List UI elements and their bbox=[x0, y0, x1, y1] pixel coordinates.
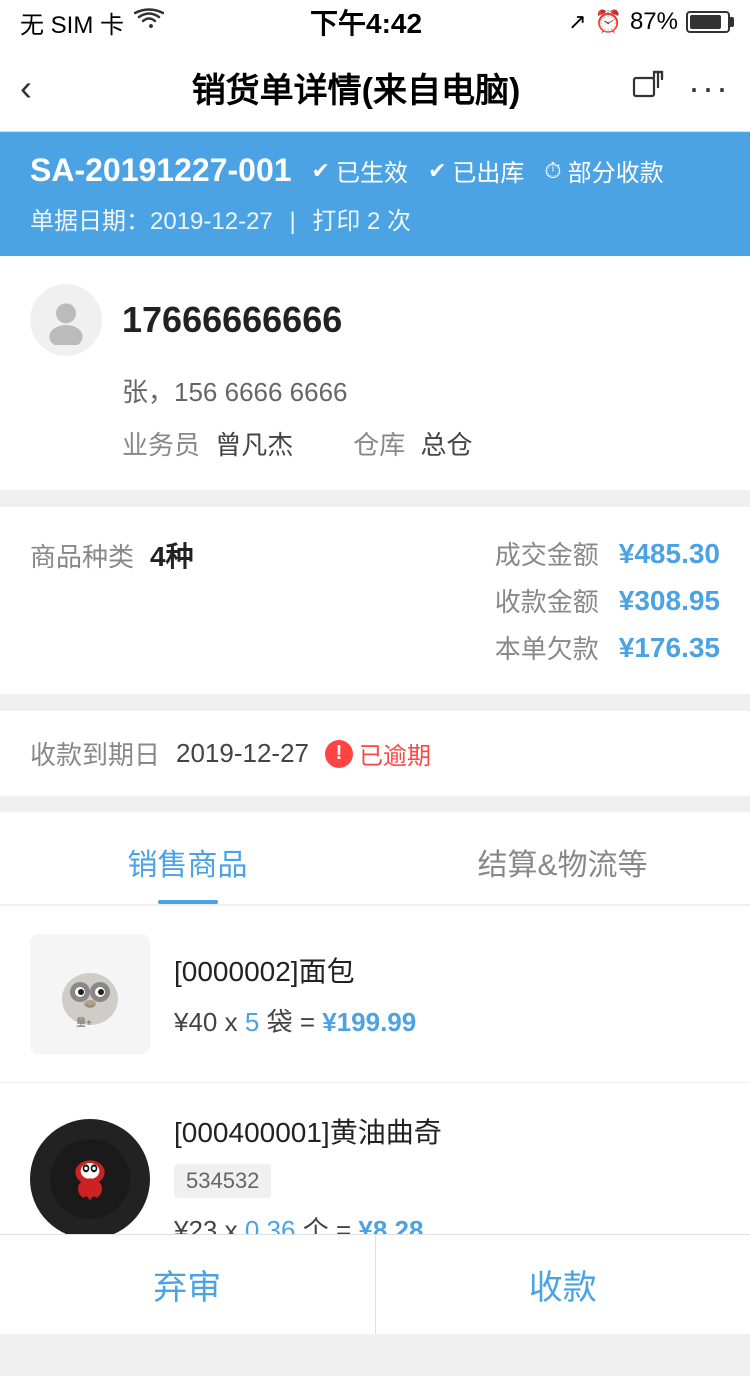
header-banner: SA-20191227-001 ✔ 已生效 ✔ 已出库 ⏱ 部分收款 单据日期：… bbox=[0, 132, 750, 256]
product-info-2: [000400001]黄油曲奇 534532 ¥23 x 0.36 个 = ¥8… bbox=[174, 1111, 720, 1247]
customer-section: 17666666666 张，156 6666 6666 业务员 曾凡杰 仓库 总… bbox=[0, 256, 750, 491]
tabs-section: 销售商品 结算&物流等 bbox=[0, 812, 750, 906]
status-partial: ⏱ 部分收款 bbox=[544, 153, 663, 188]
bottom-bar: 弃审 收款 bbox=[0, 1234, 750, 1334]
share-icon[interactable] bbox=[632, 68, 664, 107]
tab-settlement[interactable]: 结算&物流等 bbox=[375, 812, 750, 904]
carrier-label: 无 SIM 卡 bbox=[20, 5, 124, 40]
back-button[interactable]: ‹ bbox=[20, 67, 80, 109]
reject-button[interactable]: 弃审 bbox=[0, 1235, 376, 1334]
overdue-badge: ! 已逾期 bbox=[325, 736, 431, 771]
product-info-1: [0000002]面包 ¥40 x 5 袋 = ¥199.99 bbox=[174, 950, 720, 1039]
product-price-1: ¥40 x 5 袋 = ¥199.99 bbox=[174, 1002, 720, 1039]
amount-row-2: 收款金额 ¥308.95 bbox=[495, 582, 720, 619]
product-item: 量+ [0000002]面包 ¥40 x 5 袋 = ¥199.99 bbox=[0, 906, 750, 1083]
order-id: SA-20191227-001 bbox=[30, 152, 292, 189]
product-image-1: 量+ bbox=[30, 934, 150, 1054]
amount-summary: 成交金额 ¥485.30 收款金额 ¥308.95 本单欠款 ¥176.35 bbox=[495, 535, 720, 666]
clock-icon: ⏱ bbox=[544, 158, 561, 184]
alarm-icon: ⏰ bbox=[595, 9, 622, 35]
amount-row-3: 本单欠款 ¥176.35 bbox=[495, 629, 720, 666]
product-name-2: [000400001]黄油曲奇 bbox=[174, 1111, 720, 1151]
customer-row: 17666666666 bbox=[30, 284, 720, 356]
customer-sub-info: 张，156 6666 6666 bbox=[122, 372, 720, 409]
check-icon-2: ✔ bbox=[428, 158, 446, 184]
product-list: 量+ [0000002]面包 ¥40 x 5 袋 = ¥199.99 bbox=[0, 906, 750, 1276]
customer-meta: 业务员 曾凡杰 仓库 总仓 bbox=[122, 425, 720, 462]
avatar bbox=[30, 284, 102, 356]
summary-row: 商品种类 4种 成交金额 ¥485.30 收款金额 ¥308.95 本单欠款 ¥… bbox=[30, 535, 720, 666]
status-left: 无 SIM 卡 bbox=[20, 5, 164, 40]
status-right: ↗ ⏰ 87% bbox=[568, 8, 730, 36]
nav-actions: ··· bbox=[632, 67, 730, 109]
warehouse-name: 总仓 bbox=[421, 430, 473, 460]
due-section: 收款到期日 2019-12-27 ! 已逾期 bbox=[0, 711, 750, 796]
status-shipped: ✔ 已出库 bbox=[428, 153, 524, 188]
amount-row-1: 成交金额 ¥485.30 bbox=[495, 535, 720, 572]
status-effected: ✔ 已生效 bbox=[312, 153, 408, 188]
overdue-icon: ! bbox=[325, 740, 353, 768]
sales-name: 曾凡杰 bbox=[215, 430, 293, 460]
product-type-count: 商品种类 4种 bbox=[30, 535, 194, 575]
battery-icon bbox=[686, 11, 730, 33]
wifi-icon bbox=[134, 8, 164, 37]
battery-percent: 87% bbox=[630, 8, 678, 36]
check-icon-1: ✔ bbox=[312, 158, 330, 184]
banner-top: SA-20191227-001 ✔ 已生效 ✔ 已出库 ⏱ 部分收款 bbox=[30, 152, 720, 189]
banner-date: 单据日期：2019-12-27 | 打印 2 次 bbox=[30, 201, 720, 236]
summary-section: 商品种类 4种 成交金额 ¥485.30 收款金额 ¥308.95 本单欠款 ¥… bbox=[0, 507, 750, 695]
product-image-2 bbox=[30, 1119, 150, 1239]
page-title: 销货单详情(来自电脑) bbox=[80, 63, 632, 112]
nav-bar: ‹ 销货单详情(来自电脑) ··· bbox=[0, 44, 750, 132]
collect-button[interactable]: 收款 bbox=[376, 1235, 750, 1334]
status-bar: 无 SIM 卡 下午4:42 ↗ ⏰ 87% bbox=[0, 0, 750, 44]
overdue-text: 已逾期 bbox=[359, 736, 431, 771]
svg-text:量+: 量+ bbox=[76, 1017, 92, 1029]
due-date: 2019-12-27 bbox=[176, 738, 309, 769]
warehouse-label: 仓库 bbox=[353, 430, 405, 460]
time-label: 下午4:42 bbox=[310, 2, 422, 42]
due-label: 收款到期日 bbox=[30, 735, 160, 772]
tab-sales-products[interactable]: 销售商品 bbox=[0, 812, 375, 904]
customer-phone: 17666666666 bbox=[122, 299, 342, 341]
location-icon: ↗ bbox=[568, 9, 586, 35]
product-name-1: [0000002]面包 bbox=[174, 950, 720, 990]
sales-label: 业务员 bbox=[122, 430, 200, 460]
more-icon[interactable]: ··· bbox=[688, 67, 730, 109]
product-sku: 534532 bbox=[174, 1164, 271, 1198]
